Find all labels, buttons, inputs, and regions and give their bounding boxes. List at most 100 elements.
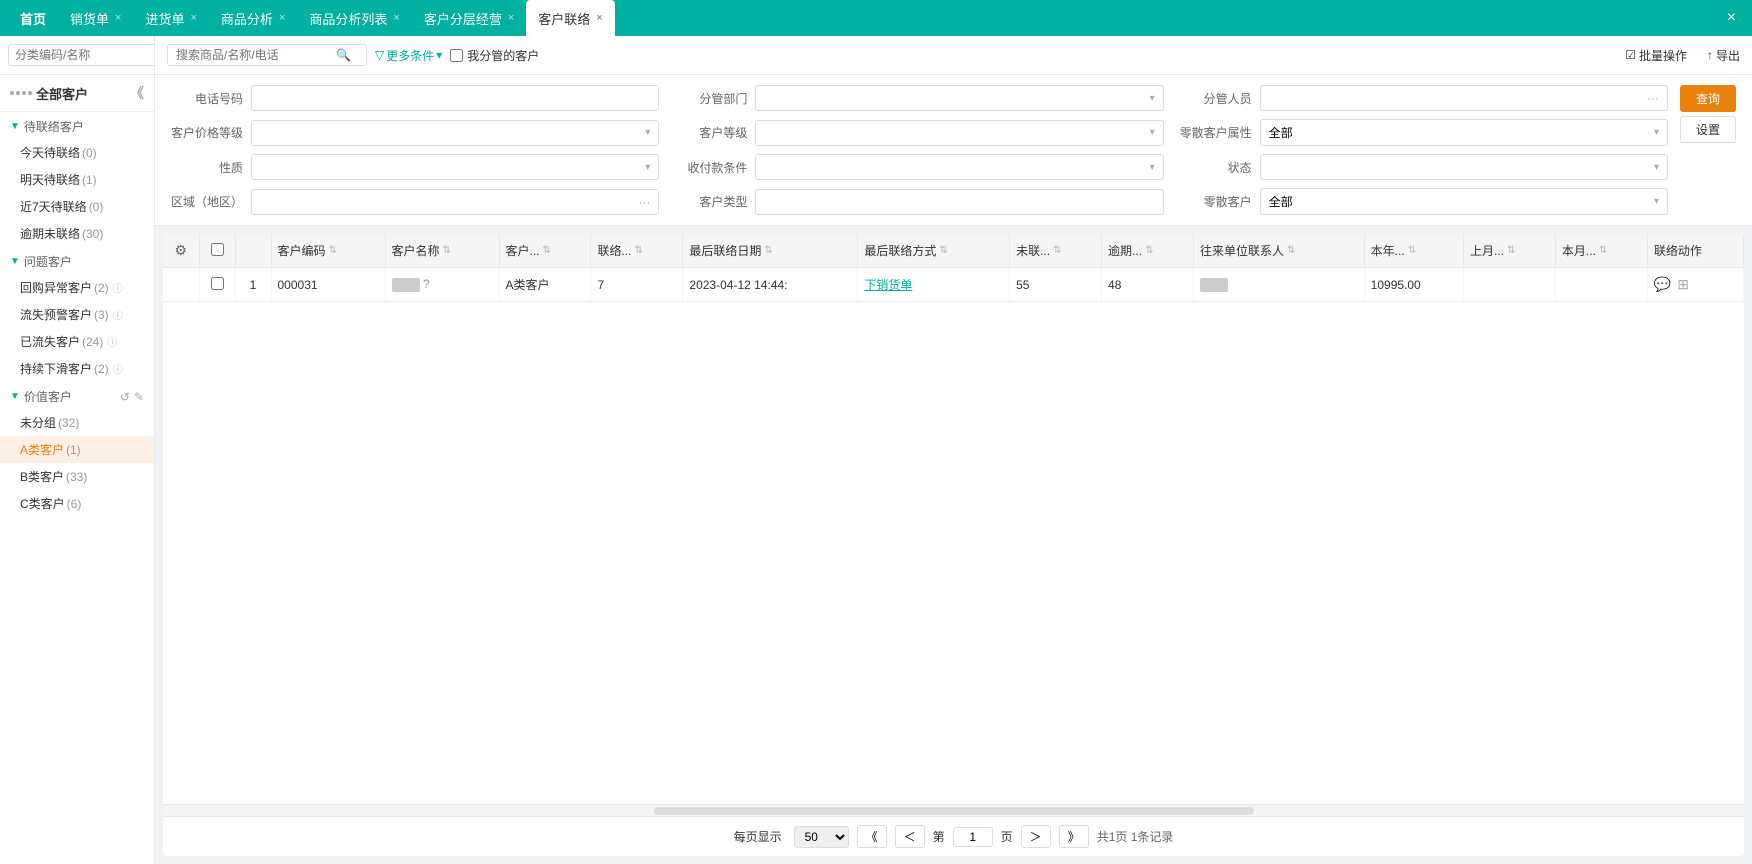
sort-icon-overdue[interactable]: ⇅ bbox=[1145, 245, 1153, 256]
sidebar-item-churn-warning[interactable]: 流失预警客户 (3) ⓘ bbox=[0, 301, 154, 328]
th-check bbox=[199, 234, 235, 268]
sidebar: 🔍 全部客户 《 ▼ 待联络客户 今天待联络 (0) 明天待联络 (1) 近7天… bbox=[0, 36, 155, 864]
nav-customer-segment-close[interactable]: × bbox=[508, 12, 514, 24]
filter-row-3: 性质 ▾ 收付款条件 ▾ 状态 bbox=[171, 154, 1668, 180]
sidebar-item-churned[interactable]: 已流失客户 (24) ⓘ bbox=[0, 328, 154, 355]
sidebar-item-today[interactable]: 今天待联络 (0) bbox=[0, 139, 154, 166]
sort-icon-level[interactable]: ⇅ bbox=[543, 245, 551, 256]
sort-icon-no-contact[interactable]: ⇅ bbox=[1053, 245, 1061, 256]
filter-status-select[interactable]: ▾ bbox=[1260, 154, 1668, 180]
nav-product-analysis[interactable]: 商品分析 × bbox=[209, 0, 297, 36]
table-scroll[interactable]: ⚙ 客户编码 ⇅ bbox=[163, 234, 1744, 804]
last-page-button[interactable]: 》 bbox=[1059, 825, 1089, 848]
sidebar-group-problem: ▼ 问题客户 bbox=[0, 247, 154, 274]
th-overdue: 逾期... ⇅ bbox=[1102, 234, 1194, 268]
export-button[interactable]: ↑ 导出 bbox=[1707, 47, 1740, 64]
nav-customer-contact-label: 客户联络 bbox=[538, 9, 590, 28]
prev-page-button[interactable]: ＜ bbox=[895, 825, 925, 848]
sidebar-item-unclassified[interactable]: 未分组 (32) bbox=[0, 409, 154, 436]
batch-ops-button[interactable]: ☑ 批量操作 bbox=[1625, 47, 1687, 64]
sort-icon-contact[interactable]: ⇅ bbox=[634, 245, 642, 256]
filter-search-icon[interactable]: 🔍 bbox=[336, 48, 351, 62]
sidebar-search-input[interactable] bbox=[8, 44, 155, 66]
row-checkbox[interactable] bbox=[211, 277, 224, 290]
select-all-checkbox[interactable] bbox=[211, 243, 224, 256]
nav-home[interactable]: 首页 bbox=[8, 0, 58, 36]
top-close-button[interactable]: × bbox=[1719, 9, 1744, 27]
filter-retail-customer-select[interactable]: 全部▾ bbox=[1260, 188, 1668, 215]
row-last-date: 2023-04-12 14:44: bbox=[683, 268, 858, 302]
sort-icon-year[interactable]: ⇅ bbox=[1408, 245, 1416, 256]
filter-customer-level-select[interactable]: ▾ bbox=[755, 120, 1163, 146]
sidebar-collapse-icon[interactable]: 《 bbox=[130, 83, 144, 103]
settings-button[interactable]: 设置 bbox=[1680, 116, 1736, 143]
nav-product-list-close[interactable]: × bbox=[393, 12, 399, 24]
sort-icon-date[interactable]: ⇅ bbox=[764, 245, 772, 256]
filter-customer-type-input[interactable] bbox=[755, 189, 1163, 215]
per-page-select[interactable]: 50 100 200 bbox=[794, 826, 849, 848]
row-no-contact: 55 bbox=[1010, 268, 1102, 302]
sidebar-all-customers[interactable]: 全部客户 《 bbox=[0, 75, 154, 112]
sort-icon-last-month[interactable]: ⇅ bbox=[1507, 245, 1515, 256]
horizontal-scrollbar[interactable] bbox=[163, 804, 1744, 816]
filter-payment-select[interactable]: ▾ bbox=[755, 154, 1163, 180]
filter-retail-attr-select[interactable]: 全部▾ bbox=[1260, 119, 1668, 146]
row-name: ? bbox=[385, 268, 499, 302]
chat-icon[interactable]: 💬 bbox=[1654, 276, 1671, 293]
filter-region-input[interactable]: ··· bbox=[251, 189, 659, 215]
nav-product-list[interactable]: 商品分析列表 × bbox=[297, 0, 411, 36]
sidebar-item-declining[interactable]: 持续下滑客户 (2) ⓘ bbox=[0, 355, 154, 382]
filter-retail-customer-label: 零散客户 bbox=[1180, 193, 1260, 210]
my-customers-checkbox[interactable] bbox=[450, 49, 463, 62]
filter-phone-input[interactable] bbox=[251, 85, 659, 111]
sidebar-search-container: 🔍 bbox=[0, 36, 154, 75]
nav-product-analysis-close[interactable]: × bbox=[279, 12, 285, 24]
sidebar-item-overdue[interactable]: 逾期未联络 (30) bbox=[0, 220, 154, 247]
value-group-refresh-icon[interactable]: ↺ bbox=[120, 390, 130, 404]
filter-retail-attr-label: 零散客户属性 bbox=[1180, 124, 1260, 141]
value-group-edit-icon[interactable]: ✎ bbox=[134, 390, 144, 404]
filter-more-button[interactable]: ▽ 更多条件 ▾ bbox=[375, 47, 442, 64]
all-customers-label: 全部客户 bbox=[36, 84, 88, 103]
nav-sales-order[interactable]: 销货单 × bbox=[58, 0, 133, 36]
nav-customer-segment[interactable]: 客户分层经营 × bbox=[412, 0, 526, 36]
sort-icon-name[interactable]: ⇅ bbox=[443, 245, 451, 256]
nav-sales-close[interactable]: × bbox=[115, 12, 121, 24]
per-page-label: 每页显示 bbox=[734, 828, 782, 845]
sidebar-item-class-c[interactable]: C类客户 (6) bbox=[0, 490, 154, 517]
sidebar-item-7days[interactable]: 近7天待联络 (0) bbox=[0, 193, 154, 220]
nav-customer-contact[interactable]: 客户联络 × bbox=[526, 0, 614, 36]
filter-nature-select[interactable]: ▾ bbox=[251, 154, 659, 180]
next-page-button[interactable]: ＞ bbox=[1021, 825, 1051, 848]
sort-icon-method[interactable]: ⇅ bbox=[939, 245, 947, 256]
sidebar-item-repurchase-abnormal[interactable]: 回购异常客户 (2) ⓘ bbox=[0, 274, 154, 301]
sort-icon-this-month[interactable]: ⇅ bbox=[1599, 245, 1607, 256]
filter-manager-input[interactable]: ··· bbox=[1260, 85, 1668, 111]
sidebar-item-class-a[interactable]: A类客户 (1) bbox=[0, 436, 154, 463]
nav-purchase-order[interactable]: 进货单 × bbox=[133, 0, 208, 36]
page-input[interactable] bbox=[953, 827, 993, 847]
th-last-method: 最后联络方式 ⇅ bbox=[858, 234, 1010, 268]
export-icon: ↑ bbox=[1707, 48, 1713, 62]
first-page-button[interactable]: 《 bbox=[857, 825, 887, 848]
filter-retail-attr: 零散客户属性 全部▾ bbox=[1180, 119, 1668, 146]
nav-product-list-label: 商品分析列表 bbox=[309, 9, 387, 28]
filter-department-select[interactable]: ▾ bbox=[755, 85, 1163, 111]
nav-purchase-close[interactable]: × bbox=[190, 12, 196, 24]
gear-icon[interactable]: ⚙ bbox=[174, 242, 187, 258]
contact-method-link[interactable]: 下销货单 bbox=[864, 278, 912, 292]
nav-customer-contact-close[interactable]: × bbox=[596, 12, 602, 24]
data-table: ⚙ 客户编码 ⇅ bbox=[163, 234, 1744, 302]
filter-search-input[interactable] bbox=[176, 48, 336, 62]
qr-icon[interactable]: ⊞ bbox=[1677, 276, 1689, 293]
sidebar-item-tomorrow[interactable]: 明天待联络 (1) bbox=[0, 166, 154, 193]
filter-more-label: 更多条件 bbox=[386, 47, 434, 64]
sidebar-item-class-b[interactable]: B类客户 (33) bbox=[0, 463, 154, 490]
filter-nature-label: 性质 bbox=[171, 159, 251, 176]
query-button[interactable]: 查询 bbox=[1680, 85, 1736, 112]
sort-icon-person[interactable]: ⇅ bbox=[1287, 245, 1295, 256]
th-contact-count: 联络... ⇅ bbox=[591, 234, 683, 268]
sort-icon-code[interactable]: ⇅ bbox=[329, 245, 337, 256]
th-this-year: 本年... ⇅ bbox=[1364, 234, 1463, 268]
filter-price-select[interactable]: ▾ bbox=[251, 120, 659, 146]
